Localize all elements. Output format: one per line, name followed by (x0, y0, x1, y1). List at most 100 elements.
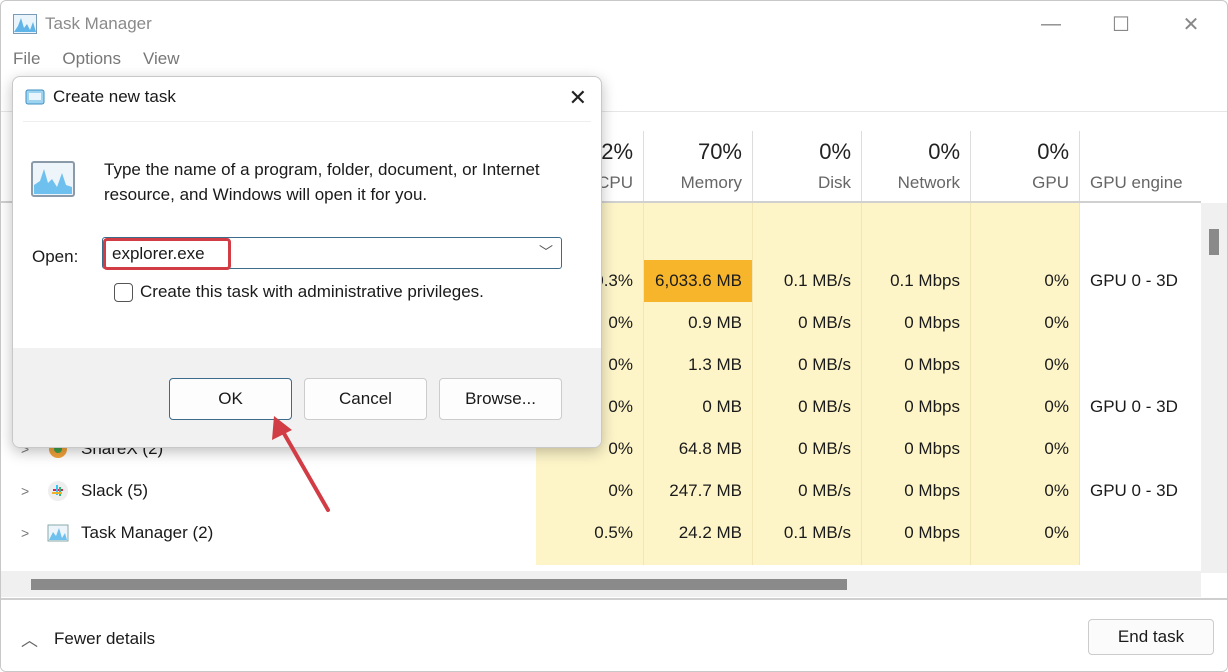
column-header-gpu-engine[interactable]: GPU engine (1080, 131, 1201, 201)
column-header-disk[interactable]: 0% Disk (753, 131, 862, 201)
folder-icon (47, 564, 69, 565)
table-row[interactable]: > Slack (5) 0% 247.7 MB 0 MB/s 0 Mbps 0% GPU 0 … (1, 470, 1201, 512)
column-header-memory[interactable]: 70% Memory (644, 131, 753, 201)
column-total: 0% (1037, 139, 1069, 164)
checkbox-box[interactable] (114, 282, 133, 302)
dialog-button-bar: OK Cancel Browse... (13, 348, 601, 447)
cell-eng: GPU 0 - 3D (1080, 260, 1201, 302)
cell-mem: 1.3 MB (644, 344, 753, 386)
cell-disk: 0 MB/s (753, 470, 862, 512)
cell-disk: 0 MB/s (753, 554, 862, 565)
table-cell (862, 203, 971, 260)
run-icon (25, 89, 45, 105)
admin-checkbox-label: Create this task with administrative pri… (140, 282, 484, 301)
process-name-cell: > Slack (5) (1, 470, 536, 512)
cell-gpu: 0% (971, 386, 1080, 428)
column-header-gpu[interactable]: 0% GPU (971, 131, 1080, 201)
chevron-right-icon[interactable]: > (21, 512, 35, 554)
cell-cpu: 0% (536, 554, 644, 565)
process-name-cell: > Task Manager (2) (1, 512, 536, 554)
maximize-button[interactable]: ☐ (1101, 9, 1141, 39)
column-label: GPU (1032, 173, 1069, 192)
horizontal-scrollbar-thumb[interactable] (31, 579, 847, 590)
cell-gpu: 0% (971, 470, 1080, 512)
cell-disk: 0.1 MB/s (753, 512, 862, 554)
dialog-close-button[interactable]: ✕ (569, 85, 587, 111)
cell-eng (1080, 512, 1201, 554)
cancel-button[interactable]: Cancel (304, 378, 427, 420)
admin-checkbox[interactable]: Create this task with administrative pri… (114, 282, 484, 302)
column-total: 70% (697, 139, 742, 164)
cell-gpu: 0% (971, 260, 1080, 302)
cell-eng: GPU 0 - 3D (1080, 470, 1201, 512)
column-total: 0% (819, 139, 851, 164)
column-label: GPU engine (1090, 173, 1183, 192)
process-name: Task Manager (2) (81, 523, 214, 542)
cell-cpu: 0.5% (536, 512, 644, 554)
cell-eng (1080, 302, 1201, 344)
cell-disk: 0 MB/s (753, 344, 862, 386)
table-row[interactable]: > Task Manager (2) 0.5% 24.2 MB 0.1 MB/s 0 Mb… (1, 512, 1201, 554)
cell-gpu: 0% (971, 428, 1080, 470)
annotation-highlight-box (103, 238, 231, 270)
cell-cpu: 0% (536, 470, 644, 512)
cell-gpu: 0% (971, 302, 1080, 344)
task-manager-icon (13, 13, 37, 34)
column-label: Disk (817, 173, 851, 192)
menu-view[interactable]: View (143, 49, 180, 69)
table-cell (753, 203, 862, 260)
cell-eng: GPU 0 - 3D (1080, 386, 1201, 428)
table-cell (644, 203, 753, 260)
window-title: Task Manager (45, 13, 152, 33)
cell-net: 0 Mbps (862, 302, 971, 344)
menu-options[interactable]: Options (62, 49, 121, 69)
column-total: 0% (928, 139, 960, 164)
table-cell (971, 203, 1080, 260)
footer: ︿ Fewer details End task (1, 598, 1227, 671)
cell-mem: 247.7 MB (644, 470, 753, 512)
cell-gpu: 0% (971, 554, 1080, 565)
vertical-scrollbar-track[interactable] (1201, 203, 1227, 573)
cell-mem: 6,033.6 MB (644, 260, 753, 302)
column-header-network[interactable]: 0% Network (862, 131, 971, 201)
menu-file[interactable]: File (13, 49, 40, 69)
chevron-right-icon[interactable]: > (21, 554, 35, 565)
task-manager-icon (31, 161, 75, 197)
column-total (1090, 139, 1191, 165)
cell-eng (1080, 428, 1201, 470)
cell-eng (1080, 344, 1201, 386)
minimize-button[interactable]: — (1031, 9, 1071, 39)
process-name-cell: > Windows Explorer (1, 554, 536, 565)
cell-net: 0 Mbps (862, 344, 971, 386)
cell-net: 0 Mbps (862, 470, 971, 512)
end-task-button[interactable]: End task (1088, 619, 1214, 655)
cell-disk: 0 MB/s (753, 428, 862, 470)
ok-button[interactable]: OK (169, 378, 292, 420)
vertical-scrollbar-thumb[interactable] (1209, 229, 1219, 255)
divider (23, 121, 591, 122)
slack-icon (48, 481, 68, 501)
cell-gpu: 0% (971, 344, 1080, 386)
dialog-description: Type the name of a program, folder, docu… (104, 160, 540, 204)
chevron-right-icon[interactable]: > (21, 470, 35, 512)
browse-button[interactable]: Browse... (439, 378, 562, 420)
process-name: Slack (5) (81, 481, 149, 500)
menu-bar: File Options View (13, 49, 180, 69)
cell-disk: 0.1 MB/s (753, 260, 862, 302)
create-new-task-dialog: Create new task ✕ Type the name of a pro… (12, 76, 602, 448)
close-button[interactable]: ✕ (1171, 9, 1211, 39)
cell-net: 0 Mbps (862, 386, 971, 428)
column-label: Memory (680, 173, 742, 192)
cell-net: 0.1 Mbps (862, 260, 971, 302)
cell-disk: 0 MB/s (753, 386, 862, 428)
cell-gpu: 0% (971, 512, 1080, 554)
column-label: Network (897, 173, 960, 192)
table-row[interactable]: >Windows Explorer0%29.6 MB0 MB/s0 Mbps0% (1, 554, 1201, 565)
cell-eng (1080, 554, 1201, 565)
chevron-down-icon[interactable]: ﹀ (539, 242, 553, 262)
cell-mem: 29.6 MB (644, 554, 753, 565)
cell-net: 0 Mbps (862, 554, 971, 565)
open-label: Open: (32, 247, 79, 266)
fewer-details-button[interactable]: ︿ Fewer details (21, 626, 155, 651)
cell-net: 0 Mbps (862, 428, 971, 470)
